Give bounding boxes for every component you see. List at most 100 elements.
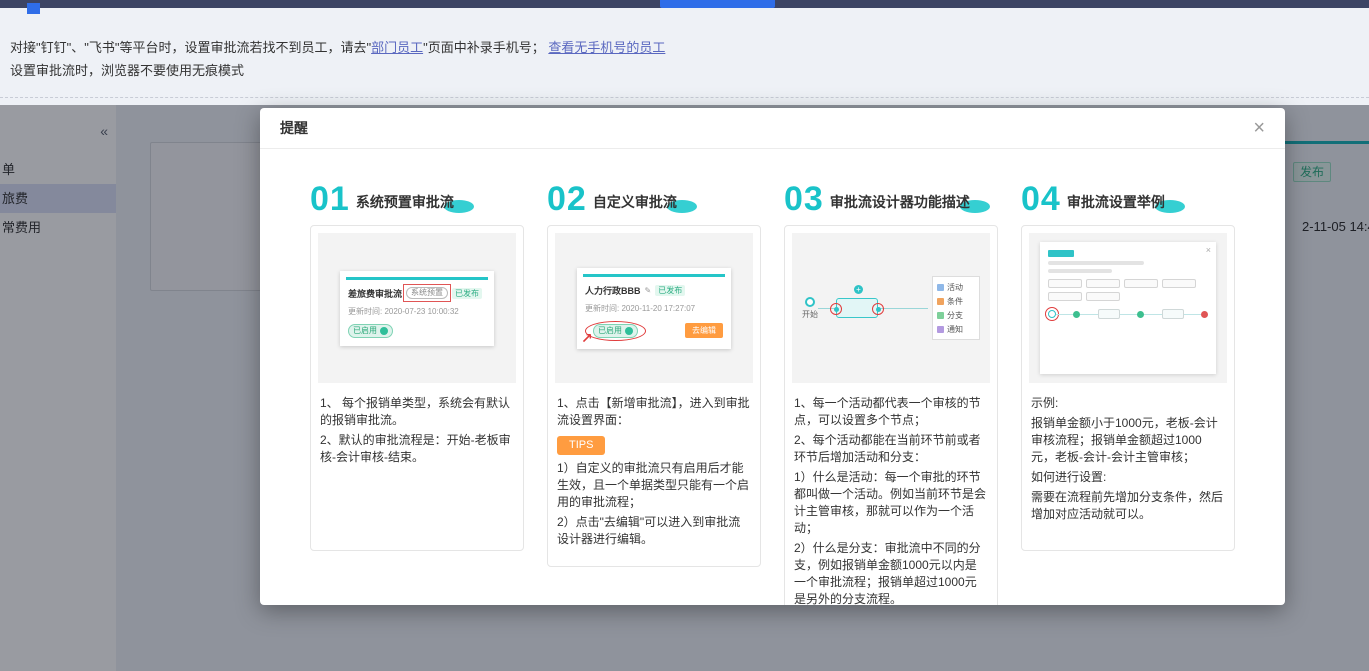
notify-icon bbox=[937, 325, 944, 333]
mini-form-fields bbox=[1048, 279, 1208, 301]
panel-item-label: 分支 bbox=[947, 310, 963, 320]
mini-text-line bbox=[1048, 269, 1112, 273]
enabled-toggle: 已启用 bbox=[348, 323, 393, 338]
add-node-icon: + bbox=[854, 285, 863, 294]
thumbnail-example: × bbox=[1029, 233, 1227, 383]
published-badge: 已发布 bbox=[655, 284, 686, 296]
card-head: 02 自定义审批流 bbox=[547, 179, 761, 216]
panel-item-label: 条件 bbox=[947, 296, 963, 306]
description-line: 报销单金额小于1000元，老板-会计审核流程；报销单金额超过1000元，老板-会… bbox=[1031, 416, 1218, 464]
mini-text-line bbox=[1048, 261, 1144, 265]
card-box: 差旅费审批流 系统预置 已发布 更新时间: 2020-07-23 10:00:3… bbox=[310, 225, 524, 551]
designer-side-panel: 活动 条件 分支 通知 bbox=[932, 276, 980, 340]
mini-accent-line bbox=[583, 273, 725, 277]
flow-connector bbox=[1119, 313, 1138, 315]
panel-item: 通知 bbox=[937, 322, 975, 336]
mini-field bbox=[1162, 279, 1196, 288]
flow-start-node: 开始 bbox=[802, 296, 818, 320]
card-number: 01 bbox=[310, 180, 350, 219]
card-head: 03 审批流设计器功能描述 bbox=[784, 179, 998, 219]
red-annotation-ring bbox=[1045, 307, 1059, 321]
mini-field bbox=[1048, 279, 1082, 288]
panel-item-label: 通知 bbox=[947, 324, 963, 334]
notice-text: "页面中补录手机号； bbox=[423, 40, 545, 55]
dept-staff-link[interactable]: 部门员工 bbox=[371, 40, 423, 55]
modal-title: 提醒 bbox=[280, 120, 308, 136]
enabled-label: 已启用 bbox=[353, 325, 377, 335]
flow-connector bbox=[878, 307, 928, 309]
view-no-phone-link[interactable]: 查看无手机号的员工 bbox=[548, 40, 665, 55]
primary-button-fragment[interactable] bbox=[660, 0, 775, 8]
card-number: 03 bbox=[784, 180, 824, 219]
card-number: 04 bbox=[1021, 180, 1061, 219]
notice-area: 对接"钉钉"、"飞书"等平台时，设置审批流若找不到员工，请去"部门员工"页面中补… bbox=[10, 36, 665, 82]
mini-footer-row: 已启用 去编辑 bbox=[585, 320, 723, 341]
description-line: 2）点击"去编辑"可以进入到审批流设计器进行编辑。 bbox=[557, 515, 741, 546]
preset-tag: 系统预置 bbox=[406, 287, 449, 299]
card-title: 审批流设计器功能描述 bbox=[829, 194, 970, 210]
red-annotation-ring: 已启用 bbox=[585, 320, 646, 341]
notice-line-2: 设置审批流时，浏览器不要使用无痕模式 bbox=[10, 63, 245, 78]
thumbnail-custom-flow: 人力行政BBB ✎ 已发布 更新时间: 2020-11-20 17:27:07 … bbox=[555, 233, 753, 383]
mini-field bbox=[1124, 279, 1158, 288]
activity-icon bbox=[937, 283, 944, 291]
mini-footer-row: 已启用 bbox=[348, 323, 486, 338]
card-description: 1、 每个报销单类型，系统会有默认的报销审批流。 2、默认的审批流程是：开始-老… bbox=[318, 383, 516, 477]
update-time-text: 更新时间: 2020-07-23 10:00:32 bbox=[348, 306, 459, 316]
mini-title-row: 人力行政BBB ✎ 已发布 bbox=[585, 284, 723, 297]
modal-body: 01 系统预置审批流 差旅费审批流 系统预置 已发布 更新时间: 2020-07… bbox=[260, 149, 1285, 605]
card-head: 01 系统预置审批流 bbox=[310, 179, 524, 219]
dashed-divider bbox=[0, 97, 1369, 98]
flow-node bbox=[1161, 309, 1184, 319]
close-icon[interactable]: × bbox=[1253, 118, 1265, 138]
red-annotation-ring bbox=[872, 303, 884, 315]
card-setup-example: 04 审批流设置举例 × 示例: 报销单金额小于1000元，老板-会计审核流程；… bbox=[1021, 179, 1235, 551]
start-label: 开始 bbox=[802, 309, 818, 319]
update-time-text: 更新时间: 2020-11-20 17:27:07 bbox=[585, 303, 696, 313]
logo-fragment bbox=[27, 3, 40, 14]
thumbnail-designer: 开始 + 活动 条件 分支 通知 bbox=[792, 233, 990, 383]
mini-field bbox=[1086, 279, 1120, 288]
panel-item-label: 活动 bbox=[947, 282, 963, 292]
notice-text: 对接"钉钉"、"飞书"等平台时，设置审批流若找不到员工，请去" bbox=[10, 40, 372, 55]
mini-settings-screen: × bbox=[1040, 242, 1216, 374]
start-dot bbox=[805, 296, 815, 307]
mini-flow-diagram: 开始 + 活动 条件 分支 通知 bbox=[792, 276, 990, 340]
mini-flow-card: 人力行政BBB ✎ 已发布 更新时间: 2020-11-20 17:27:07 … bbox=[577, 267, 731, 349]
description-line: 需要在流程前先增加分支条件，然后增加对应活动就可以。 bbox=[1031, 490, 1224, 521]
connector-dot bbox=[833, 306, 839, 312]
card-description: 示例: 报销单金额小于1000元，老板-会计审核流程；报销单金额超过1000元，… bbox=[1029, 383, 1227, 534]
modal-header: 提醒 × bbox=[260, 108, 1285, 149]
top-navbar bbox=[0, 0, 1369, 8]
activity-node: + bbox=[830, 285, 884, 318]
notice-line-1: 对接"钉钉"、"飞书"等平台时，设置审批流若找不到员工，请去"部门员工"页面中补… bbox=[10, 36, 665, 59]
condition-icon bbox=[937, 297, 944, 305]
toggle-knob bbox=[625, 326, 633, 335]
edit-icon: ✎ bbox=[644, 285, 652, 295]
card-description: 1、点击【新增审批流】，进入到审批流设置界面： TIPS 1）自定义的审批流只有… bbox=[555, 383, 753, 559]
mini-flow-name: 人力行政BBB bbox=[585, 285, 641, 296]
description-line: 2、默认的审批流程是：开始-老板审核-会计审核-结束。 bbox=[320, 433, 511, 464]
add-node-dot bbox=[1137, 310, 1145, 318]
page: 对接"钉钉"、"飞书"等平台时，设置审批流若找不到员工，请去"部门员工"页面中补… bbox=[0, 0, 1369, 671]
description-line: 1、点击【新增审批流】，进入到审批流设置界面： bbox=[557, 396, 750, 427]
description-line: 示例: bbox=[1031, 396, 1059, 410]
mini-title-row: 差旅费审批流 系统预置 已发布 bbox=[348, 284, 486, 302]
flow-connector bbox=[1056, 313, 1074, 315]
enabled-toggle: 已启用 bbox=[593, 323, 638, 338]
description-line: 1）什么是活动：每一个审批的环节都叫做一个活动。例如当前环节是会计主管审核，那就… bbox=[794, 470, 987, 535]
mini-flow-name: 差旅费审批流 bbox=[348, 288, 403, 299]
tips-badge: TIPS bbox=[557, 436, 606, 455]
reminder-modal: 提醒 × 01 系统预置审批流 差旅费审批流 系统预置 已发布 更新时间: 20… bbox=[260, 108, 1285, 605]
card-box: 开始 + 活动 条件 分支 通知 1、每一个活动都代表一个审核的节点，可以设置多… bbox=[784, 225, 998, 605]
mini-field bbox=[1086, 292, 1120, 301]
connector-dot bbox=[875, 306, 881, 312]
mini-field bbox=[1048, 292, 1082, 301]
red-annotation-box: 系统预置 bbox=[403, 284, 452, 302]
panel-item: 活动 bbox=[937, 280, 975, 294]
card-title: 自定义审批流 bbox=[592, 194, 677, 210]
branch-icon bbox=[937, 311, 944, 319]
description-line: 1）自定义的审批流只有启用后才能生效，且一个单据类型只能有一个启用的审批流程； bbox=[557, 461, 750, 509]
description-line: 如何进行设置: bbox=[1031, 470, 1107, 484]
card-box: 人力行政BBB ✎ 已发布 更新时间: 2020-11-20 17:27:07 … bbox=[547, 225, 761, 567]
